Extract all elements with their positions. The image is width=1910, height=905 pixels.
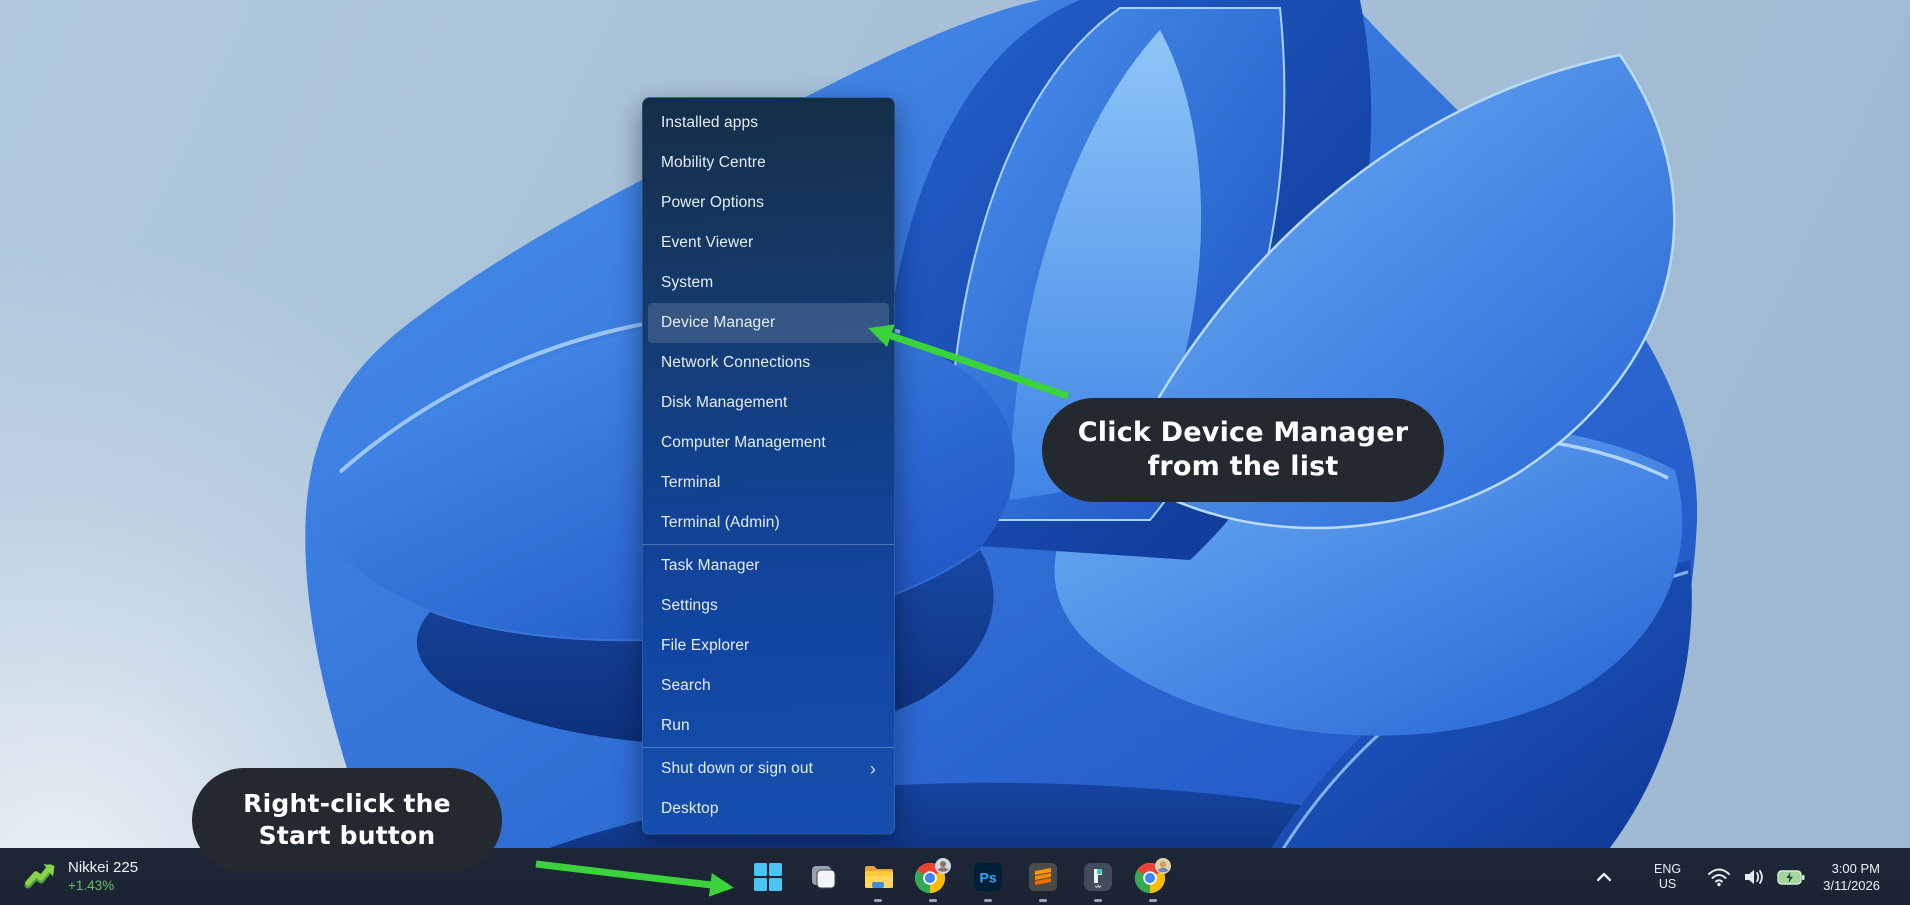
chrome-icon [1134,857,1171,893]
menu-item[interactable]: Search › [648,666,889,706]
chrome-icon [914,857,951,893]
menu-item-label: System [661,274,714,291]
volume-icon [1745,869,1763,884]
menu-item[interactable]: Task Manager › [643,544,894,586]
menu-item[interactable]: Terminal › [648,463,889,503]
menu-item-label: Event Viewer [661,234,754,251]
callout-line: from the list [1147,451,1339,482]
menu-item[interactable]: Mobility Centre › [648,143,889,183]
desktop: Installed apps › Mobility Centre › Power… [0,0,1910,905]
file-explorer-button[interactable] [850,848,905,905]
filmora-button[interactable] [1070,848,1125,905]
menu-item[interactable]: Shut down or sign out › [643,747,894,789]
language-switcher[interactable]: ENG US [1654,862,1681,892]
menu-item[interactable]: System › [648,263,889,303]
windows-logo-icon [753,862,782,891]
language-code: ENG [1654,861,1682,876]
menu-item[interactable]: File Explorer › [648,626,889,666]
start-button[interactable] [740,848,795,905]
widgets-button[interactable]: Nikkei 225 +1.43% [14,853,148,900]
stock-trend-up-icon [24,863,55,888]
menu-item[interactable]: Disk Management › [648,383,889,423]
menu-item-label: Terminal [661,474,721,491]
task-view-icon [811,865,835,888]
callout-device-manager: Click Device Manager from the list [1042,398,1444,502]
menu-item[interactable]: Computer Management › [648,423,889,463]
menu-item-label: Device Manager [661,314,776,331]
chrome-button-1[interactable] [905,848,960,905]
menu-item-label: Run [661,717,690,734]
folder-icon [864,865,893,888]
region-code: US [1658,876,1677,891]
photoshop-button[interactable]: Ps [960,848,1015,905]
submenu-chevron-icon: › [869,759,876,779]
menu-item[interactable]: Settings › [648,586,889,626]
widget-index-change: +1.43% [68,877,115,893]
date: 3/11/2026 [1823,877,1880,893]
menu-item-label: Disk Management [661,394,788,411]
menu-item-label: Task Manager [661,557,760,574]
tray-overflow-button[interactable] [1596,872,1612,882]
running-indicator [1093,899,1102,902]
menu-item-label: Computer Management [661,434,826,451]
clock[interactable]: 3:00 PM 3/11/2026 [1823,860,1880,894]
menu-item[interactable]: Terminal (Admin) › [648,503,889,543]
callout-line: Start button [258,821,436,850]
running-indicator [983,899,992,902]
menu-item[interactable]: Desktop › [648,789,889,829]
callout-line: Click Device Manager [1077,417,1409,448]
menu-item[interactable]: Installed apps › [648,103,889,143]
menu-item-label: Shut down or sign out [661,760,814,777]
callout-start-button: Right-click the Start button [192,768,502,872]
menu-item[interactable]: Event Viewer › [648,223,889,263]
task-view-button[interactable] [795,848,850,905]
menu-item-label: Search [661,677,711,694]
winx-context-menu: Installed apps › Mobility Centre › Power… [642,97,895,835]
photoshop-label: Ps [979,869,996,885]
time: 3:00 PM [1831,860,1880,876]
taskbar-apps: Ps [740,848,1180,905]
menu-item-label: Terminal (Admin) [661,514,780,531]
sublime-icon [1028,862,1057,891]
battery-charging-icon [1777,869,1805,885]
menu-item-label: Network Connections [661,354,811,371]
chrome-button-2[interactable] [1125,848,1180,905]
menu-item[interactable]: Device Manager › [648,303,889,343]
menu-item-label: Installed apps [661,114,759,131]
running-indicator [1148,899,1157,902]
quick-settings-button[interactable] [1707,867,1805,887]
menu-item-label: File Explorer [661,637,750,654]
menu-item[interactable]: Run › [648,706,889,746]
sublime-text-button[interactable] [1015,848,1070,905]
menu-item-label: Mobility Centre [661,154,766,171]
menu-item-label: Desktop [661,800,719,817]
widget-index-name: Nikkei 225 [68,858,139,876]
running-indicator [873,899,882,902]
menu-item[interactable]: Power Options › [648,183,889,223]
menu-item-label: Settings [661,597,718,614]
filmora-icon [1083,862,1112,891]
menu-item-label: Power Options [661,194,764,211]
callout-line: Right-click the [243,789,451,818]
wifi-icon [1708,868,1731,886]
running-indicator [1038,899,1047,902]
running-indicator [928,899,937,902]
chevron-up-icon [1596,872,1612,881]
menu-item[interactable]: Network Connections › [648,343,889,383]
photoshop-icon: Ps [973,862,1002,891]
system-tray: ENG US 3:00 PM 3/11/2026 [1596,848,1910,905]
